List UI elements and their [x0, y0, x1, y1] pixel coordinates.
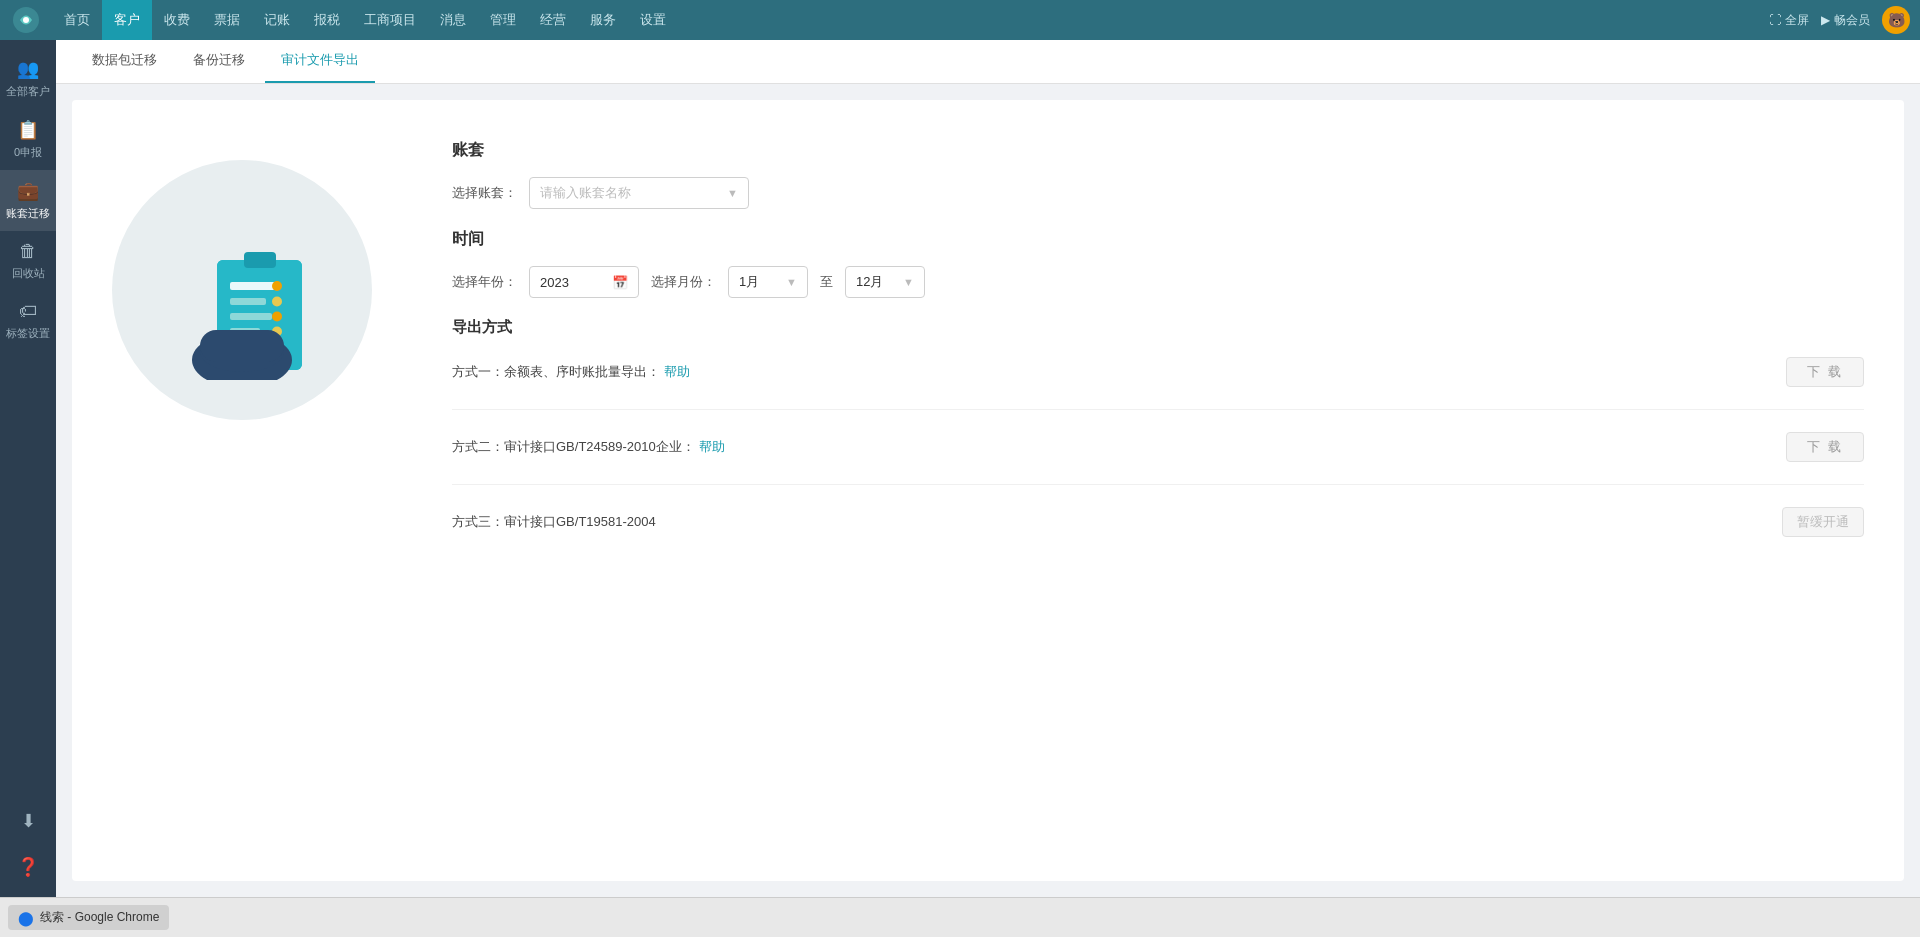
nav-settings[interactable]: 设置	[628, 0, 678, 40]
sidebar-item-account-migration[interactable]: 💼 账套迁移	[0, 170, 56, 231]
end-month-select[interactable]: 12月 ▼	[845, 266, 925, 298]
taskbar: ⬤ 线索 - Google Chrome	[0, 897, 1920, 937]
nav-tax[interactable]: 报税	[302, 0, 352, 40]
app-logo	[10, 4, 42, 36]
svg-point-1	[23, 17, 29, 23]
export-method-3: 方式三：审计接口GB/T19581-2004 暂缓开通	[452, 507, 1864, 537]
svg-point-9	[272, 281, 282, 291]
tab-audit-export[interactable]: 审计文件导出	[265, 40, 375, 83]
sub-tabs: 数据包迁移 备份迁移 审计文件导出	[56, 40, 1920, 84]
sidebar-item-tag-settings[interactable]: 🏷 标签设置	[0, 291, 56, 351]
account-form-row: 选择账套： 请输入账套名称 ▼	[452, 177, 1864, 209]
tag-settings-icon: 🏷	[19, 301, 37, 322]
export-method-3-open-btn[interactable]: 暂缓开通	[1782, 507, 1864, 537]
export-method-3-text: 方式三：审计接口GB/T19581-2004	[452, 513, 656, 531]
svg-rect-5	[230, 282, 278, 290]
divider-2	[452, 484, 1864, 485]
zero-report-icon: 📋	[17, 119, 39, 141]
account-section-title: 账套	[452, 140, 1864, 161]
account-select[interactable]: 请输入账套名称 ▼	[529, 177, 749, 209]
nav-operation[interactable]: 经营	[528, 0, 578, 40]
export-method-1-text: 方式一：余额表、序时账批量导出： 帮助	[452, 363, 690, 381]
sidebar-bottom: ⬇ ❓	[0, 801, 56, 897]
export-method-3-label: 方式三：审计接口GB/T19581-2004	[452, 513, 656, 531]
right-panel: 账套 选择账套： 请输入账套名称 ▼ 时间 选择年份： 2023 📅	[452, 130, 1864, 559]
calendar-icon: 📅	[612, 275, 628, 290]
time-section-title: 时间	[452, 229, 1864, 250]
year-input[interactable]: 2023 📅	[529, 266, 639, 298]
svg-rect-4	[244, 252, 276, 268]
year-label: 选择年份：	[452, 273, 517, 291]
month-chevron-icon: ▼	[786, 276, 797, 288]
month-select[interactable]: 1月 ▼	[728, 266, 808, 298]
tab-backup-migration[interactable]: 备份迁移	[177, 40, 261, 83]
sidebar-item-zero-report[interactable]: 📋 0申报	[0, 109, 56, 170]
taskbar-chrome-label: 线索 - Google Chrome	[40, 909, 159, 926]
export-method-2-help[interactable]: 帮助	[699, 438, 725, 456]
all-customers-icon: 👥	[17, 58, 39, 80]
sidebar: 👥 全部客户 📋 0申报 💼 账套迁移 🗑 回收站 🏷 标签设置 ⬇ ❓	[0, 40, 56, 897]
member-btn[interactable]: ▶ 畅会员	[1821, 12, 1870, 29]
nav-bookkeeping[interactable]: 记账	[252, 0, 302, 40]
nav-business[interactable]: 工商项目	[352, 0, 428, 40]
month-label: 选择月份：	[651, 273, 716, 291]
export-method-2-text: 方式二：审计接口GB/T24589-2010企业： 帮助	[452, 438, 725, 456]
export-method-2-download-btn[interactable]: 下 载	[1786, 432, 1864, 462]
export-section-title: 导出方式	[452, 318, 1864, 337]
taskbar-chrome-item[interactable]: ⬤ 线索 - Google Chrome	[8, 905, 169, 930]
tab-data-migration[interactable]: 数据包迁移	[76, 40, 173, 83]
year-value: 2023	[540, 275, 569, 290]
export-method-1-label: 方式一：余额表、序时账批量导出：	[452, 363, 660, 381]
time-form-row: 选择年份： 2023 📅 选择月份： 1月 ▼ 至 12月 ▼	[452, 266, 1864, 298]
chevron-down-icon: ▼	[727, 187, 738, 199]
nav-home[interactable]: 首页	[52, 0, 102, 40]
nav-service[interactable]: 服务	[578, 0, 628, 40]
export-method-2: 方式二：审计接口GB/T24589-2010企业： 帮助 下 载	[452, 432, 1864, 462]
nav-right: ⛶ 全屏 ▶ 畅会员 🐻	[1769, 6, 1910, 34]
nav-invoice[interactable]: 票据	[202, 0, 252, 40]
account-migration-icon: 💼	[17, 180, 39, 202]
month-value: 1月	[739, 273, 759, 291]
select-account-label: 选择账套：	[452, 184, 517, 202]
nav-management[interactable]: 管理	[478, 0, 528, 40]
main-layout: 👥 全部客户 📋 0申报 💼 账套迁移 🗑 回收站 🏷 标签设置 ⬇ ❓ 数据包…	[0, 40, 1920, 897]
member-icon: ▶	[1821, 13, 1830, 27]
export-method-1: 方式一：余额表、序时账批量导出： 帮助 下 载	[452, 357, 1864, 387]
export-method-1-download-btn[interactable]: 下 载	[1786, 357, 1864, 387]
nav-message[interactable]: 消息	[428, 0, 478, 40]
to-text: 至	[820, 273, 833, 291]
page-content: 账套 选择账套： 请输入账套名称 ▼ 时间 选择年份： 2023 📅	[72, 100, 1904, 881]
svg-point-10	[272, 297, 282, 307]
sidebar-help-btn[interactable]: ❓	[8, 847, 48, 887]
export-method-2-label: 方式二：审计接口GB/T24589-2010企业：	[452, 438, 695, 456]
content-area: 数据包迁移 备份迁移 审计文件导出	[56, 40, 1920, 897]
fullscreen-icon: ⛶	[1769, 13, 1781, 27]
svg-rect-15	[200, 330, 284, 362]
illustration	[112, 160, 372, 420]
recycle-icon: 🗑	[19, 241, 37, 262]
sidebar-item-all-customers[interactable]: 👥 全部客户	[0, 48, 56, 109]
nav-customer[interactable]: 客户	[102, 0, 152, 40]
svg-rect-6	[230, 298, 266, 305]
end-month-value: 12月	[856, 273, 883, 291]
end-month-chevron-icon: ▼	[903, 276, 914, 288]
top-nav: 首页 客户 收费 票据 记账 报税 工商项目 消息 管理 经营 服务 设置 ⛶ …	[0, 0, 1920, 40]
svg-point-11	[272, 312, 282, 322]
sidebar-download-btn[interactable]: ⬇	[8, 801, 48, 841]
account-select-placeholder: 请输入账套名称	[540, 184, 631, 202]
fullscreen-btn[interactable]: ⛶ 全屏	[1769, 12, 1809, 29]
export-method-1-help[interactable]: 帮助	[664, 363, 690, 381]
sidebar-item-recycle[interactable]: 🗑 回收站	[0, 231, 56, 291]
user-avatar[interactable]: 🐻	[1882, 6, 1910, 34]
divider-1	[452, 409, 1864, 410]
nav-items: 首页 客户 收费 票据 记账 报税 工商项目 消息 管理 经营 服务 设置	[52, 0, 1769, 40]
svg-rect-7	[230, 313, 272, 320]
chrome-icon: ⬤	[18, 910, 34, 926]
nav-fee[interactable]: 收费	[152, 0, 202, 40]
